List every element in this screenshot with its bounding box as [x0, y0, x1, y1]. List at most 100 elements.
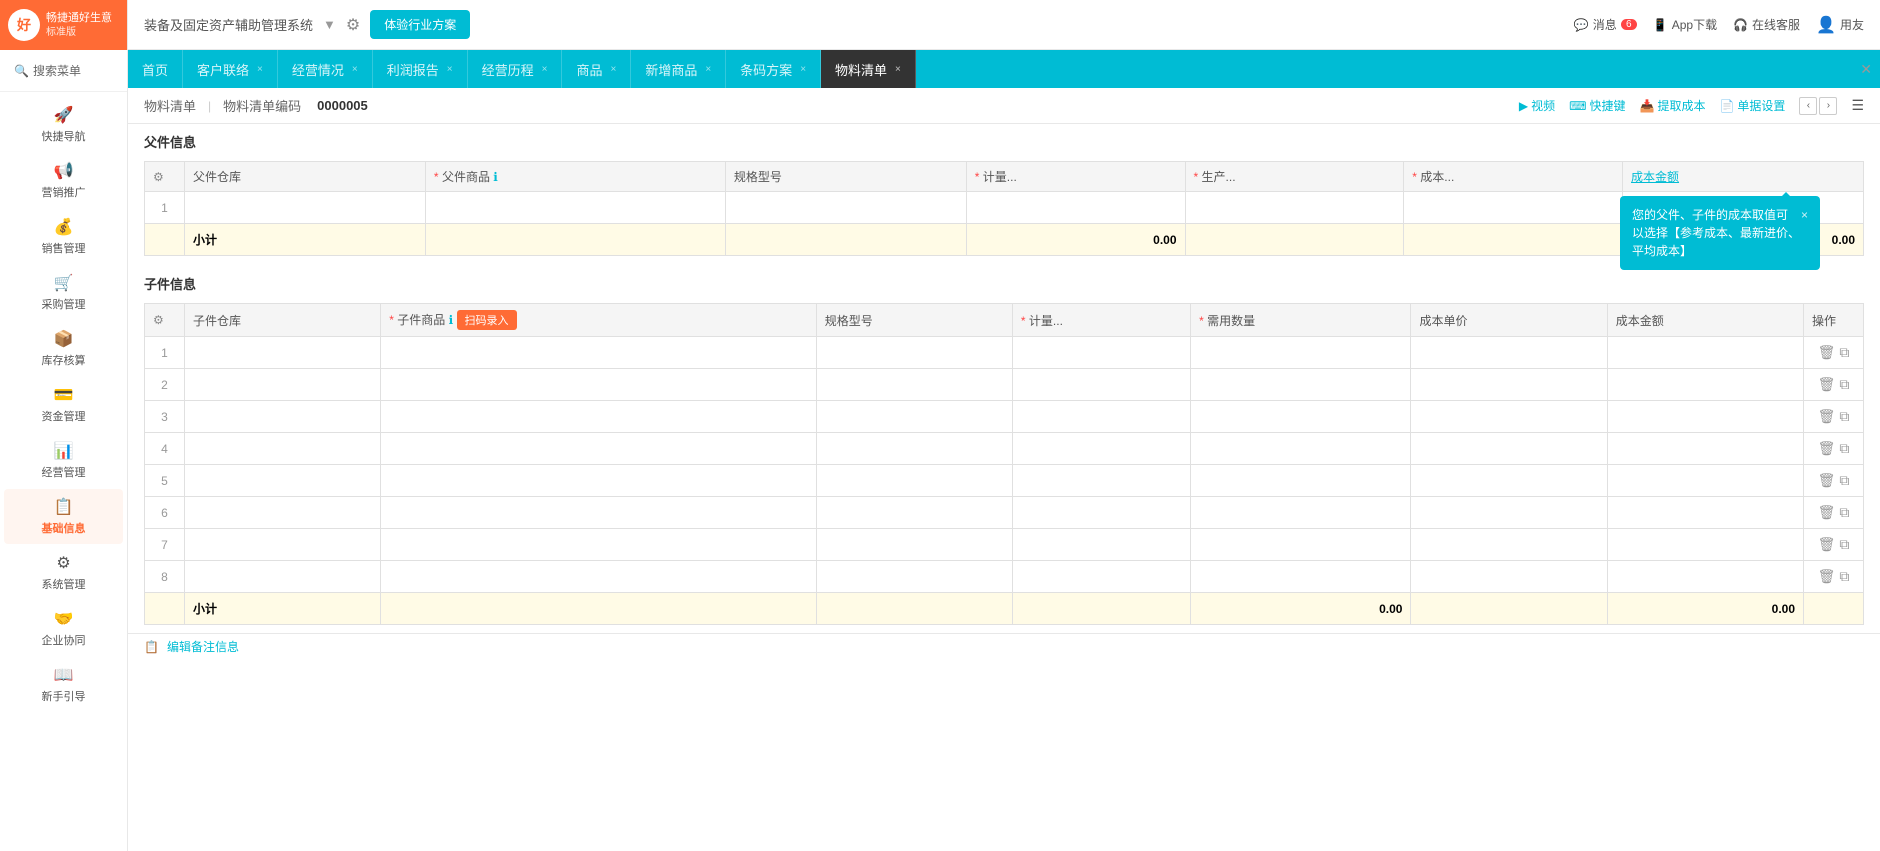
parent-row-spec[interactable] — [725, 192, 966, 224]
single-settings-button[interactable]: 📄 单据设置 — [1719, 97, 1785, 114]
child-row-qty[interactable] — [1191, 529, 1411, 561]
child-row-unit-cost[interactable] — [1411, 433, 1607, 465]
user-button[interactable]: 👤 用友 — [1816, 15, 1864, 35]
child-row-spec[interactable] — [816, 465, 1012, 497]
tab-profit[interactable]: 利润报告 × — [373, 50, 468, 88]
child-row-spec[interactable] — [816, 433, 1012, 465]
child-row-unit-cost[interactable] — [1411, 369, 1607, 401]
child-row-qty[interactable] — [1191, 497, 1411, 529]
parent-row-cost[interactable] — [1404, 192, 1623, 224]
child-row-warehouse[interactable] — [185, 369, 381, 401]
sidebar-item-purchase[interactable]: 🛒 采购管理 — [4, 265, 123, 320]
app-download-button[interactable]: 📱 App下载 — [1653, 16, 1717, 33]
child-row-product[interactable] — [381, 433, 816, 465]
tab-bom-close[interactable]: × — [895, 64, 901, 75]
scan-input-button[interactable]: 扫码录入 — [457, 310, 517, 330]
child-row-product[interactable] — [381, 465, 816, 497]
child-row-product[interactable] — [381, 369, 816, 401]
sidebar-item-enterprise[interactable]: 🤝 企业协同 — [4, 601, 123, 656]
delete-icon[interactable]: 🗑 — [1818, 504, 1836, 521]
child-row-cost-amount[interactable] — [1607, 497, 1803, 529]
child-row-spec[interactable] — [816, 497, 1012, 529]
sidebar-item-marketing[interactable]: 📢 营销推广 — [4, 153, 123, 208]
child-row-warehouse[interactable] — [185, 465, 381, 497]
child-row-cost-amount[interactable] — [1607, 465, 1803, 497]
copy-icon[interactable]: ⧉ — [1839, 504, 1849, 521]
tab-barcode[interactable]: 条码方案 × — [726, 50, 821, 88]
copy-icon[interactable]: ⧉ — [1839, 536, 1849, 553]
copy-icon[interactable]: ⧉ — [1839, 344, 1849, 361]
view-toggle[interactable]: ☰ — [1851, 97, 1864, 114]
copy-icon[interactable]: ⧉ — [1839, 472, 1849, 489]
breadcrumb-bom[interactable]: 物料清单 — [144, 96, 196, 115]
extract-cost-button[interactable]: 📥 提取成本 — [1640, 97, 1706, 114]
delete-icon[interactable]: 🗑 — [1818, 376, 1836, 393]
tab-new-product[interactable]: 新增商品 × — [631, 50, 726, 88]
tab-home[interactable]: 首页 — [128, 50, 183, 88]
copy-icon[interactable]: ⧉ — [1839, 568, 1849, 585]
child-row-warehouse[interactable] — [185, 337, 381, 369]
child-row-qty[interactable] — [1191, 465, 1411, 497]
tab-history[interactable]: 经营历程 × — [468, 50, 563, 88]
child-col-settings[interactable]: ⚙ — [145, 304, 185, 337]
trial-button[interactable]: 体验行业方案 — [370, 10, 470, 39]
child-row-unit-cost[interactable] — [1411, 529, 1607, 561]
tab-profit-close[interactable]: × — [447, 64, 453, 75]
scroll-left-button[interactable]: ‹ — [1799, 97, 1817, 115]
child-row-product[interactable] — [381, 529, 816, 561]
tab-bom[interactable]: 物料清单 × — [821, 50, 916, 88]
child-row-product[interactable] — [381, 497, 816, 529]
child-row-cost-amount[interactable] — [1607, 561, 1803, 593]
child-row-unit[interactable] — [1012, 337, 1190, 369]
child-settings-gear-icon[interactable]: ⚙ — [153, 313, 164, 327]
child-row-unit[interactable] — [1012, 369, 1190, 401]
parent-settings-gear-icon[interactable]: ⚙ — [153, 170, 164, 184]
tab-history-close[interactable]: × — [542, 64, 548, 75]
child-row-spec[interactable] — [816, 401, 1012, 433]
view-button[interactable]: ▶ 视频 — [1519, 97, 1555, 114]
child-row-cost-amount[interactable] — [1607, 433, 1803, 465]
child-row-spec[interactable] — [816, 369, 1012, 401]
parent-row-warehouse[interactable] — [185, 192, 426, 224]
search-menu-container[interactable]: 🔍 搜索菜单 — [0, 50, 127, 92]
info-icon[interactable]: ℹ — [493, 170, 498, 184]
child-row-unit[interactable] — [1012, 529, 1190, 561]
child-row-unit-cost[interactable] — [1411, 497, 1607, 529]
child-row-unit[interactable] — [1012, 401, 1190, 433]
sidebar-item-basic-info[interactable]: 📋 基础信息 — [4, 489, 123, 544]
sidebar-item-inventory[interactable]: 📦 库存核算 — [4, 321, 123, 376]
child-row-qty[interactable] — [1191, 401, 1411, 433]
delete-icon[interactable]: 🗑 — [1818, 472, 1836, 489]
child-row-qty[interactable] — [1191, 369, 1411, 401]
child-row-warehouse[interactable] — [185, 401, 381, 433]
settings-icon[interactable]: ⚙ — [346, 15, 360, 35]
delete-icon[interactable]: 🗑 — [1818, 568, 1836, 585]
child-row-spec[interactable] — [816, 561, 1012, 593]
sidebar-item-quick-nav[interactable]: 🚀 快捷导航 — [4, 97, 123, 152]
child-row-cost-amount[interactable] — [1607, 401, 1803, 433]
child-info-icon[interactable]: ℹ — [449, 313, 454, 327]
shortcut-button[interactable]: ⌨ 快捷键 — [1569, 97, 1625, 114]
tab-customer[interactable]: 客户联络 × — [183, 50, 278, 88]
child-row-warehouse[interactable] — [185, 433, 381, 465]
sidebar-item-sales[interactable]: 💰 销售管理 — [4, 209, 123, 264]
parent-row-product[interactable] — [425, 192, 725, 224]
sidebar-item-operations[interactable]: 📊 经营管理 — [4, 433, 123, 488]
child-row-unit[interactable] — [1012, 497, 1190, 529]
bottom-text[interactable]: 编辑备注信息 — [167, 638, 239, 655]
child-row-cost-amount[interactable] — [1607, 529, 1803, 561]
scroll-right-button[interactable]: › — [1819, 97, 1837, 115]
child-row-unit-cost[interactable] — [1411, 401, 1607, 433]
child-row-product[interactable] — [381, 337, 816, 369]
child-row-spec[interactable] — [816, 529, 1012, 561]
tab-operations-close[interactable]: × — [352, 64, 358, 75]
parent-row-production[interactable] — [1185, 192, 1404, 224]
child-row-unit[interactable] — [1012, 465, 1190, 497]
list-view-icon[interactable]: ☰ — [1851, 97, 1864, 114]
dropdown-arrow-icon[interactable]: ▼ — [323, 17, 336, 32]
child-row-unit-cost[interactable] — [1411, 465, 1607, 497]
tab-operations[interactable]: 经营情况 × — [278, 50, 373, 88]
child-row-unit-cost[interactable] — [1411, 337, 1607, 369]
child-row-qty[interactable] — [1191, 337, 1411, 369]
sidebar-item-guide[interactable]: 📖 新手引导 — [4, 657, 123, 712]
